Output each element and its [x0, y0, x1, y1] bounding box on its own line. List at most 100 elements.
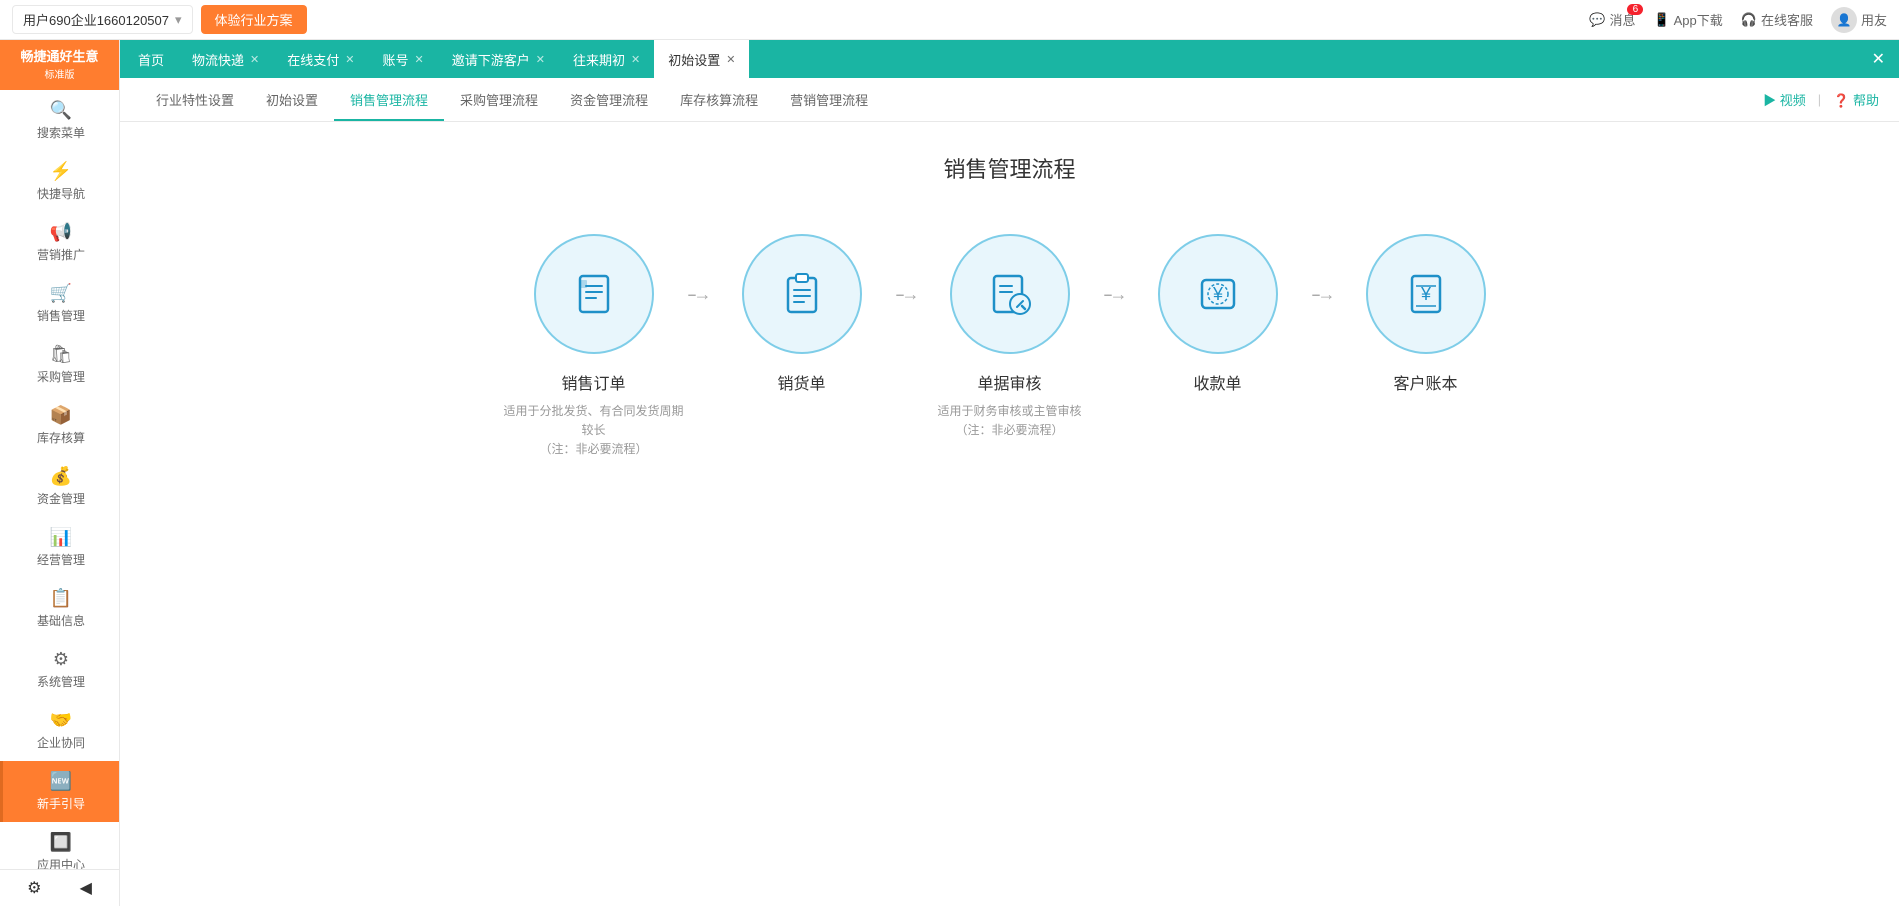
nav-tab-inviteCustomer[interactable]: 邀请下游客户 ✕ [438, 40, 559, 78]
flow-arrow-3: - - → [1308, 234, 1336, 305]
message-icon: 💬 [1589, 12, 1605, 28]
flow-step-receipt: ¥ 收款单 [1128, 234, 1308, 402]
flow-step-label: 销货单 [777, 370, 825, 394]
sidebar-item-system[interactable]: ⚙系统管理 [0, 639, 119, 700]
avatar: 👤 [1831, 7, 1857, 33]
sub-tabs-left: 行业特性设置初始设置销售管理流程采购管理流程资金管理流程库存核算流程营销管理流程 [140, 80, 884, 120]
sidebar-item-business[interactable]: 📊经营管理 [0, 517, 119, 578]
purchase-icon: 🛍 [50, 344, 73, 365]
nav-tab-close[interactable]: ✕ [250, 53, 259, 66]
sub-tab-marketingFlow[interactable]: 营销管理流程 [774, 80, 884, 121]
nav-tab-account[interactable]: 账号✕ [368, 40, 437, 78]
sidebar-item-basicInfo[interactable]: 📋基础信息 [0, 578, 119, 639]
system-icon: ⚙ [53, 649, 69, 670]
sub-tab-salesFlow[interactable]: 销售管理流程 [334, 80, 444, 121]
user-selector-text: 用户690企业1660120507 [23, 10, 169, 29]
flow-circle-customerLedger[interactable]: ¥ [1366, 234, 1486, 354]
inventory-icon: 📦 [50, 405, 72, 426]
flow-step-desc: 适用于分批发货、有合同发货周期较长（注：非必要流程） [504, 402, 684, 460]
app-download-icon: 📱 [1653, 12, 1669, 28]
experience-btn[interactable]: 体验行业方案 [201, 5, 307, 34]
sub-tab-purchaseFlow[interactable]: 采购管理流程 [444, 80, 554, 121]
play-icon: ▶ [1763, 93, 1776, 108]
sidebar-item-sales[interactable]: 🛒销售管理 [0, 273, 119, 334]
nav-tab-initSetup[interactable]: 初始设置 ✕ [654, 40, 749, 78]
message-btn[interactable]: 💬 消息 6 [1589, 10, 1635, 29]
video-btn[interactable]: ▶ 视频 [1763, 90, 1806, 109]
logo-sub: 标准版 [45, 66, 75, 81]
flow-circle-receipt[interactable]: ¥ [1158, 234, 1278, 354]
nav-tab-label: 初始设置 [668, 50, 720, 69]
sidebar-nav: 🔍搜索菜单⚡快捷导航📢营销推广🛒销售管理🛍采购管理📦库存核算💰资金管理📊经营管理… [0, 90, 119, 869]
nav-tab-label: 首页 [138, 50, 164, 69]
flow-circle-salesShipping[interactable] [742, 234, 862, 354]
nav-tab-label: 邀请下游客户 [452, 50, 530, 69]
settings-icon[interactable]: ⚙ [27, 878, 41, 898]
user-selector[interactable]: 用户690企业1660120507 ▾ [12, 5, 193, 34]
quickNav-icon: ⚡ [50, 161, 72, 182]
flow-circle-salesOrder[interactable] [534, 234, 654, 354]
flow-step-salesOrder: 销售订单适用于分批发货、有合同发货周期较长（注：非必要流程） [504, 234, 684, 460]
nav-tab-close[interactable]: ✕ [631, 53, 640, 66]
flow-step-customerLedger: ¥ 客户账本 [1336, 234, 1516, 402]
user-selector-arrow: ▾ [175, 12, 182, 28]
close-all-tabs[interactable]: ✕ [1862, 49, 1895, 69]
business-icon: 📊 [50, 527, 72, 548]
finance-icon: 💰 [50, 466, 72, 487]
app-download-btn[interactable]: 📱 App下载 [1653, 10, 1722, 29]
online-service-btn[interactable]: 🎧 在线客服 [1741, 10, 1813, 29]
flow-circle-docAudit[interactable] [950, 234, 1070, 354]
nav-tab-close[interactable]: ✕ [536, 53, 545, 66]
sidebar-item-inventory[interactable]: 📦库存核算 [0, 395, 119, 456]
svg-text:¥: ¥ [1211, 284, 1223, 304]
sidebar-footer: ⚙ ◀ [0, 869, 119, 906]
sub-tab-initSettings[interactable]: 初始设置 [250, 80, 334, 121]
sidebar-item-appCenter[interactable]: 🔲应用中心 [0, 822, 119, 869]
search-icon: 🔍 [50, 100, 72, 121]
newGuide-icon: 🆕 [50, 771, 72, 792]
sidebar-item-newGuide[interactable]: 🆕新手引导 [0, 761, 119, 822]
message-badge: 6 [1627, 4, 1643, 15]
nav-tab-close[interactable]: ✕ [415, 53, 424, 66]
online-service-label: 在线客服 [1761, 10, 1813, 29]
flow-step-label: 客户账本 [1393, 370, 1457, 394]
user-btn[interactable]: 👤 用友 [1831, 7, 1887, 33]
nav-tab-payment[interactable]: 在线支付✕ [273, 40, 368, 78]
cooperation-icon: 🤝 [50, 710, 72, 731]
question-icon: ❓ [1833, 93, 1849, 108]
nav-tab-label: 往来期初 [573, 50, 625, 69]
marketing-icon: 📢 [50, 222, 72, 243]
collapse-icon[interactable]: ◀ [80, 878, 92, 898]
nav-tab-label: 物流快递 [192, 50, 244, 69]
flow-step-label: 收款单 [1193, 370, 1241, 394]
flow-arrow-0: - - → [684, 234, 712, 305]
flow-step-desc: 适用于财务审核或主管审核（注：非必要流程） [937, 402, 1081, 440]
headset-icon: 🎧 [1741, 12, 1757, 28]
sidebar-item-purchase[interactable]: 🛍采购管理 [0, 334, 119, 395]
sub-tabs-right: ▶ 视频 | ❓ 帮助 [1763, 90, 1879, 109]
sidebar-item-search[interactable]: 🔍搜索菜单 [0, 90, 119, 151]
nav-tab-logistics[interactable]: 物流快递 ✕ [178, 40, 273, 78]
sub-tab-fundFlow[interactable]: 资金管理流程 [554, 80, 664, 121]
sidebar-logo: 畅捷通好生意 标准版 [0, 40, 119, 90]
page-content: 行业特性设置初始设置销售管理流程采购管理流程资金管理流程库存核算流程营销管理流程… [120, 78, 1899, 906]
sub-tab-industrySettings[interactable]: 行业特性设置 [140, 80, 250, 121]
nav-tab-close[interactable]: ✕ [345, 53, 354, 66]
sidebar-item-finance[interactable]: 💰资金管理 [0, 456, 119, 517]
logo-title: 畅捷通好生意 [20, 49, 98, 65]
user-label: 用友 [1861, 10, 1887, 29]
sub-tabs: 行业特性设置初始设置销售管理流程采购管理流程资金管理流程库存核算流程营销管理流程… [120, 78, 1899, 122]
nav-tabs-bar: 首页物流快递✕在线支付✕账号✕邀请下游客户✕往来期初✕初始设置✕✕ [120, 40, 1899, 78]
nav-tab-close[interactable]: ✕ [726, 53, 735, 66]
sub-tab-inventoryFlow[interactable]: 库存核算流程 [664, 80, 774, 121]
sidebar-item-quickNav[interactable]: ⚡快捷导航 [0, 151, 119, 212]
app-download-label: App下载 [1674, 10, 1723, 29]
sidebar-item-marketing[interactable]: 📢营销推广 [0, 212, 119, 273]
nav-tab-home[interactable]: 首页 [124, 40, 178, 78]
nav-tab-period[interactable]: 往来期初 ✕ [559, 40, 654, 78]
help-btn[interactable]: ❓ 帮助 [1833, 90, 1879, 109]
flow-step-label: 销售订单 [561, 370, 625, 394]
flow-diagram: 销售订单适用于分批发货、有合同发货周期较长（注：非必要流程）- - → 销货单-… [160, 234, 1859, 460]
content-area: 首页物流快递✕在线支付✕账号✕邀请下游客户✕往来期初✕初始设置✕✕ 行业特性设置… [120, 40, 1899, 906]
sidebar-item-cooperation[interactable]: 🤝企业协同 [0, 700, 119, 761]
